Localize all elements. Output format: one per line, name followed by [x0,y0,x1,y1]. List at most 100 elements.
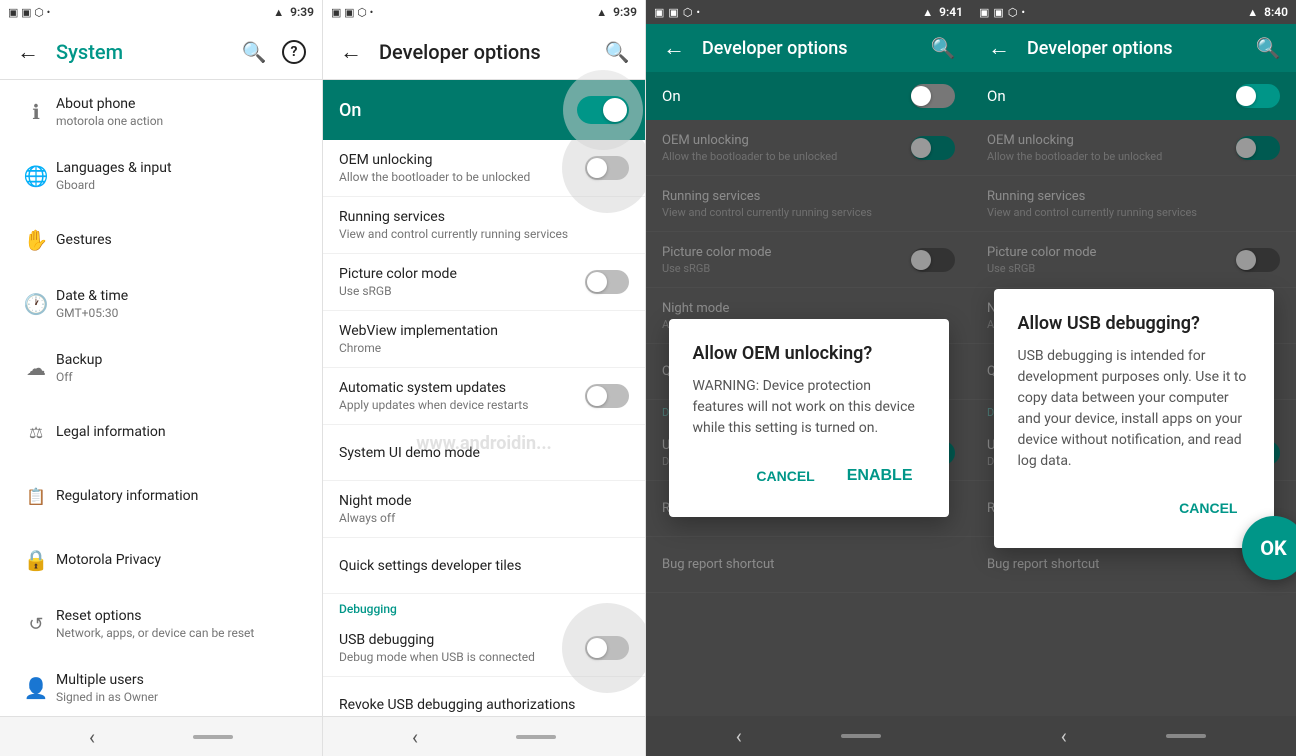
back-icon-middle[interactable]: ← [339,40,363,64]
nav-bar-r2: ‹ [971,716,1296,756]
on-header-r1: On [646,72,971,120]
auto-subtitle-middle: Apply updates when device restarts [339,398,585,412]
search-icon-middle[interactable]: 🔍 [605,40,629,64]
title-r1: Developer options [702,38,915,59]
on-toggle-middle[interactable] [577,96,629,124]
reset-icon: ↺ [16,604,56,644]
on-toggle-r1[interactable] [911,84,955,108]
system-ui-demo-middle[interactable]: System UI demo mode [323,425,645,481]
privacy-title: Motorola Privacy [56,552,306,568]
auto-toggle-middle[interactable] [585,384,629,408]
status-bar-r1: ▣▣⬡• ▲ 9:41 [646,0,971,24]
oem-dialog: Allow OEM unlocking? WARNING: Device pro… [669,319,949,517]
settings-area-r1: OEM unlocking Allow the bootloader to be… [646,120,971,716]
gestures-icon: ✋ [16,220,56,260]
sidebar-item-gestures[interactable]: ✋ Gestures [0,208,322,272]
dialog-content-r2: USB debugging is intended for developmen… [1018,346,1250,472]
users-title: Multiple users [56,672,306,688]
system-ui-title-middle: System UI demo mode [339,445,629,461]
backup-icon: ☁ [16,348,56,388]
developer-panel-middle: ▣ ▣ ⬡ • ▲ 9:39 ← Developer options 🔍 On … [323,0,646,756]
top-bar-r2: ← Developer options 🔍 [971,24,1296,72]
on-toggle-r2[interactable] [1236,84,1280,108]
status-right-r1: ▲ 9:41 [922,5,963,19]
datetime-icon: 🕐 [16,284,56,324]
system-title: System [56,40,226,64]
sidebar-item-datetime[interactable]: 🕐 Date & time GMT+05:30 [0,272,322,336]
nav-indicator-r2 [1166,734,1206,738]
night-title-middle: Night mode [339,493,629,509]
oem-toggle-area[interactable] [585,156,629,180]
toggle-area-middle[interactable] [577,96,629,124]
sidebar-item-about[interactable]: ℹ About phone motorola one action [0,80,322,144]
status-right-r2: ▲ 8:40 [1247,5,1288,19]
wifi-r2: ▲ [1247,6,1258,19]
dialog-actions-r1: Cancel Enable [693,459,925,493]
time-r1: 9:41 [939,5,963,19]
usb-debug-middle[interactable]: USB debugging Debug mode when USB is con… [323,620,645,677]
time-r2: 8:40 [1264,5,1288,19]
sidebar-item-backup[interactable]: ☁ Backup Off [0,336,322,400]
back-icon-left[interactable]: ← [16,40,40,64]
picture-subtitle-middle: Use sRGB [339,284,585,298]
search-icon-left[interactable]: 🔍 [242,40,266,64]
regulatory-icon: 📋 [16,476,56,516]
night-mode-middle[interactable]: Night mode Always off [323,481,645,538]
reset-title: Reset options [56,608,306,624]
auto-title-middle: Automatic system updates [339,380,585,396]
night-subtitle-middle: Always off [339,511,629,525]
nav-back-left[interactable]: ‹ [89,725,95,749]
nav-back-middle[interactable]: ‹ [412,725,418,749]
top-bar-r1: ← Developer options 🔍 [646,24,971,72]
wifi-r1: ▲ [922,6,933,19]
sidebar-item-users[interactable]: 👤 Multiple users Signed in as Owner [0,656,322,716]
quick-settings-middle[interactable]: Quick settings developer tiles [323,538,645,594]
search-icon-r1[interactable]: 🔍 [931,36,955,60]
languages-title: Languages & input [56,160,306,176]
notif-icons-r1: ▣▣⬡• [654,6,700,19]
title-r2: Developer options [1027,38,1240,59]
usb-subtitle-middle: Debug mode when USB is connected [339,650,585,664]
sidebar-item-motorola-privacy[interactable]: 🔒 Motorola Privacy [0,528,322,592]
picture-color-middle[interactable]: Picture color mode Use sRGB [323,254,645,311]
back-icon-r1[interactable]: ← [662,36,686,60]
oem-title-middle: OEM unlocking [339,152,585,168]
settings-area-r2: OEM unlocking Allow the bootloader to be… [971,120,1296,716]
dialog-cancel-r2[interactable]: Cancel [1167,492,1249,524]
oem-toggle-middle[interactable] [585,156,629,180]
search-icon-r2[interactable]: 🔍 [1256,36,1280,60]
gestures-title: Gestures [56,232,306,248]
dialog-cancel-r1[interactable]: Cancel [744,459,826,493]
usb-toggle-middle[interactable] [585,636,629,660]
status-bar-middle: ▣ ▣ ⬡ • ▲ 9:39 [323,0,645,24]
dialog-enable-r1[interactable]: Enable [835,459,925,493]
sidebar-item-regulatory[interactable]: 📋 Regulatory information [0,464,322,528]
help-icon-left[interactable]: ? [282,40,306,64]
nav-back-r1[interactable]: ‹ [736,724,742,748]
users-subtitle: Signed in as Owner [56,690,306,704]
sidebar-item-languages[interactable]: 🌐 Languages & input Gboard [0,144,322,208]
sidebar-item-reset[interactable]: ↺ Reset options Network, apps, or device… [0,592,322,656]
auto-updates-middle[interactable]: Automatic system updates Apply updates w… [323,368,645,425]
oem-item-middle[interactable]: OEM unlocking Allow the bootloader to be… [323,140,645,197]
quick-title-middle: Quick settings developer tiles [339,558,629,574]
revoke-title-middle: Revoke USB debugging authorizations [339,697,629,713]
nav-indicator-left [193,735,233,739]
on-header-r2: On [971,72,1296,120]
legal-icon: ⚖ [16,412,56,452]
nav-back-r2[interactable]: ‹ [1061,724,1067,748]
languages-icon: 🌐 [16,156,56,196]
about-icon: ℹ [16,92,56,132]
picture-toggle-middle[interactable] [585,270,629,294]
usb-toggle-area[interactable] [585,636,629,660]
right-panels: ▣▣⬡• ▲ 9:41 ← Developer options 🔍 On OEM… [646,0,1296,756]
on-header-middle: On [323,80,645,140]
status-bar-r2: ▣▣⬡• ▲ 8:40 [971,0,1296,24]
dialog-ok-r2[interactable]: OK [1242,516,1296,580]
about-title: About phone [56,96,306,112]
back-icon-r2[interactable]: ← [987,36,1011,60]
sidebar-item-legal[interactable]: ⚖ Legal information [0,400,322,464]
dialog-title-r1: Allow OEM unlocking? [693,343,925,364]
usb-dialog: Allow USB debugging? USB debugging is in… [994,289,1274,548]
webview-middle[interactable]: WebView implementation Chrome [323,311,645,368]
